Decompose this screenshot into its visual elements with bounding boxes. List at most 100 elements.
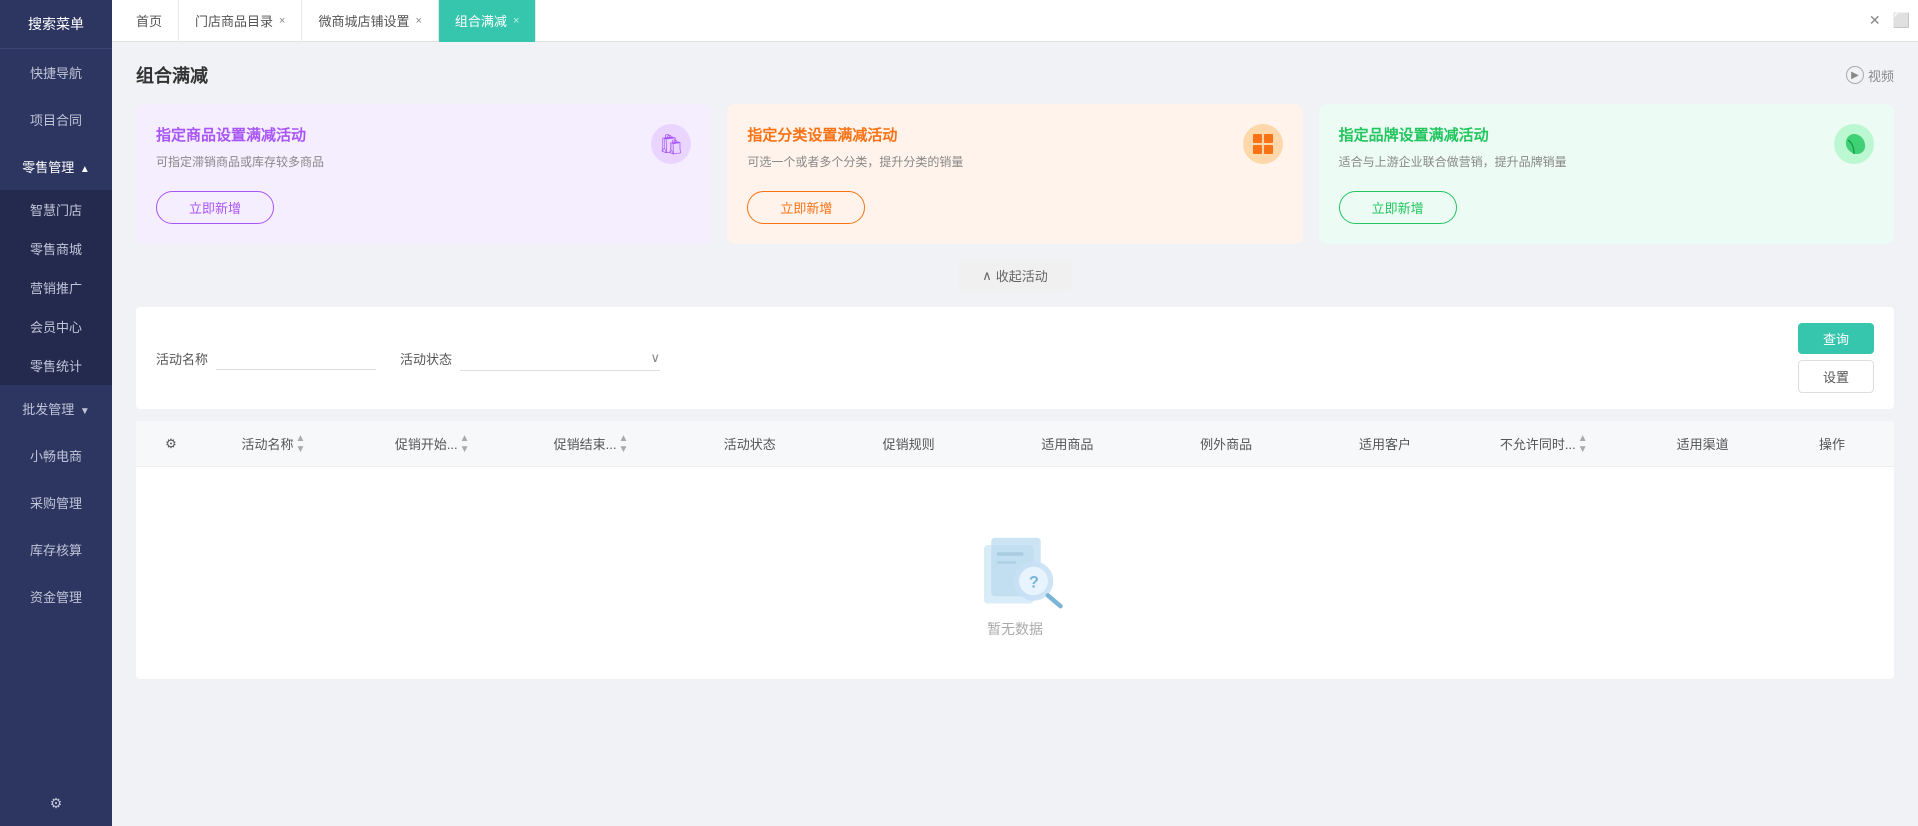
column-label: 促销开始... xyxy=(395,434,458,453)
activity-name-input[interactable] xyxy=(216,346,376,370)
card-desc: 可指定滞销商品或库存较多商品 xyxy=(156,153,691,171)
empty-state: ? 暂无数据 xyxy=(136,467,1894,679)
category-card-add-button[interactable]: 立即新增 xyxy=(747,191,865,224)
tab-combo-discount[interactable]: 组合满减 × xyxy=(439,0,536,42)
sidebar-item-ecommerce[interactable]: 小畅电商 xyxy=(0,432,112,479)
tab-label: 组合满减 xyxy=(455,11,507,30)
th-no-concurrent[interactable]: 不允许同时... ▲▼ xyxy=(1464,433,1623,455)
sidebar-item-label: 采购管理 xyxy=(30,496,82,511)
sidebar-item-wholesale-mgmt[interactable]: 批发管理 ▼ xyxy=(0,385,112,432)
tab-wechat-store-settings[interactable]: 微商城店铺设置 × xyxy=(302,0,438,42)
tab-right-actions: ✕ ⬜ xyxy=(1869,12,1910,29)
page-content: 组合满减 ▶ 视频 指定商品设置满减活动 🛍 可指定滞销商品或库存较多商品 立即… xyxy=(112,42,1918,826)
card-title: 指定品牌设置满减活动 xyxy=(1339,124,1874,145)
tab-label: 微商城店铺设置 xyxy=(318,11,409,30)
gear-icon: ⚙ xyxy=(165,436,177,452)
sidebar-item-finance-mgmt[interactable]: 资金管理 xyxy=(0,573,112,620)
sidebar-item-quick-nav[interactable]: 快捷导航 xyxy=(0,49,112,96)
chevron-down-icon: ∨ xyxy=(651,350,661,366)
chevron-up-icon: ▲ xyxy=(80,164,90,175)
card-title: 指定分类设置满减活动 xyxy=(747,124,1282,145)
video-label: 视频 xyxy=(1868,66,1894,85)
collapse-label: 收起活动 xyxy=(996,266,1048,285)
th-promo-start[interactable]: 促销开始... ▲▼ xyxy=(353,433,512,455)
chevron-up-icon: ∧ xyxy=(982,268,992,284)
category-activity-card: 指定分类设置满减活动 可选一个或者多个分类，提升分类的销量 立即新增 xyxy=(727,104,1302,244)
tab-label: 门店商品目录 xyxy=(195,11,273,30)
sidebar-item-label: 资金管理 xyxy=(30,590,82,605)
column-label: 促销结束... xyxy=(554,434,617,453)
th-applicable-customers: 适用客户 xyxy=(1306,434,1465,453)
sidebar-search[interactable]: 搜索菜单 xyxy=(0,0,112,49)
sidebar-sub-item-retail-stats[interactable]: 零售统计 xyxy=(0,346,112,385)
gear-icon: ⚙ xyxy=(50,795,63,811)
sidebar-sub-item-retail-mall[interactable]: 零售商城 xyxy=(0,229,112,268)
activity-name-label: 活动名称 xyxy=(156,349,208,368)
brand-activity-card: 指定品牌设置满减活动 适合与上游企业联合做营销，提升品牌销量 立即新增 xyxy=(1319,104,1894,244)
th-exception-products: 例外商品 xyxy=(1147,434,1306,453)
page-header: 组合满减 ▶ 视频 xyxy=(136,62,1894,88)
column-label: 操作 xyxy=(1819,434,1845,453)
setting-button[interactable]: 设置 xyxy=(1798,360,1874,393)
sidebar-sub-item-member-center[interactable]: 会员中心 xyxy=(0,307,112,346)
sidebar-item-retail-mgmt[interactable]: 零售管理 ▲ xyxy=(0,143,112,190)
close-icon[interactable]: × xyxy=(415,15,421,27)
card-title: 指定商品设置满减活动 xyxy=(156,124,691,145)
column-label: 促销规则 xyxy=(883,434,935,453)
sidebar-settings[interactable]: ⚙ xyxy=(0,781,112,826)
svg-text:?: ? xyxy=(1029,573,1039,591)
sidebar-item-label: 小畅电商 xyxy=(30,449,82,464)
th-gear[interactable]: ⚙ xyxy=(148,436,194,452)
empty-text: 暂无数据 xyxy=(987,619,1043,639)
close-icon[interactable]: × xyxy=(279,15,285,27)
sort-icon: ▲▼ xyxy=(295,433,305,455)
empty-illustration: ? xyxy=(965,527,1065,607)
tab-home[interactable]: 首页 xyxy=(120,0,179,42)
sidebar-item-label: 库存核算 xyxy=(30,543,82,558)
th-activity-name[interactable]: 活动名称 ▲▼ xyxy=(194,433,353,455)
tab-store-catalog[interactable]: 门店商品目录 × xyxy=(179,0,302,42)
column-label: 活动状态 xyxy=(724,434,776,453)
play-icon: ▶ xyxy=(1846,66,1864,84)
category-icon xyxy=(1243,124,1283,164)
sidebar-item-inventory[interactable]: 库存核算 xyxy=(0,526,112,573)
sidebar-item-label: 批发管理 xyxy=(22,402,74,417)
sidebar-item-label: 项目合同 xyxy=(30,113,82,128)
column-label: 例外商品 xyxy=(1200,434,1252,453)
activity-status-label: 活动状态 xyxy=(400,349,452,368)
column-label: 不允许同时... xyxy=(1500,434,1576,453)
card-desc: 适合与上游企业联合做营销，提升品牌销量 xyxy=(1339,153,1874,171)
filter-actions: 查询 设置 xyxy=(1798,323,1874,393)
table-header: ⚙ 活动名称 ▲▼ 促销开始... ▲▼ 促销结束... ▲▼ 活动状态 xyxy=(136,421,1894,467)
sort-icon: ▲▼ xyxy=(618,433,628,455)
column-label: 适用渠道 xyxy=(1677,434,1729,453)
sidebar: 搜索菜单 快捷导航 项目合同 零售管理 ▲ 智慧门店 零售商城 营销推广 会员中… xyxy=(0,0,112,826)
leaf-icon xyxy=(1834,124,1874,164)
sort-icon: ▲▼ xyxy=(460,433,470,455)
video-link[interactable]: ▶ 视频 xyxy=(1846,66,1894,85)
sidebar-item-purchase-mgmt[interactable]: 采购管理 xyxy=(0,479,112,526)
brand-card-add-button[interactable]: 立即新增 xyxy=(1339,191,1457,224)
activity-status-select[interactable]: ∨ xyxy=(460,346,660,371)
sidebar-sub-item-smart-store[interactable]: 智慧门店 xyxy=(0,190,112,229)
data-table: ⚙ 活动名称 ▲▼ 促销开始... ▲▼ 促销结束... ▲▼ 活动状态 xyxy=(136,421,1894,679)
query-button[interactable]: 查询 xyxy=(1798,323,1874,354)
page-title: 组合满减 xyxy=(136,62,208,88)
sidebar-item-label: 零售管理 xyxy=(22,160,74,175)
activity-cards: 指定商品设置满减活动 🛍 可指定滞销商品或库存较多商品 立即新增 指定分类设置满… xyxy=(136,104,1894,244)
column-label: 适用商品 xyxy=(1041,434,1093,453)
close-window-icon[interactable]: ✕ xyxy=(1869,12,1881,29)
maximize-icon[interactable]: ⬜ xyxy=(1893,12,1910,29)
th-promo-end[interactable]: 促销结束... ▲▼ xyxy=(512,433,671,455)
collapse-button[interactable]: ∧ 收起活动 xyxy=(958,260,1072,291)
sidebar-item-project-contract[interactable]: 项目合同 xyxy=(0,96,112,143)
sidebar-sub-item-marketing[interactable]: 营销推广 xyxy=(0,268,112,307)
collapse-bar: ∧ 收起活动 xyxy=(136,260,1894,291)
close-icon[interactable]: × xyxy=(513,15,519,27)
filter-bar: 活动名称 活动状态 ∨ 查询 设置 xyxy=(136,307,1894,409)
column-label: 活动名称 xyxy=(241,434,293,453)
activity-status-filter: 活动状态 ∨ xyxy=(400,346,660,371)
column-label: 适用客户 xyxy=(1359,434,1411,453)
tab-bar: 首页 门店商品目录 × 微商城店铺设置 × 组合满减 × ✕ ⬜ xyxy=(112,0,1918,42)
product-card-add-button[interactable]: 立即新增 xyxy=(156,191,274,224)
